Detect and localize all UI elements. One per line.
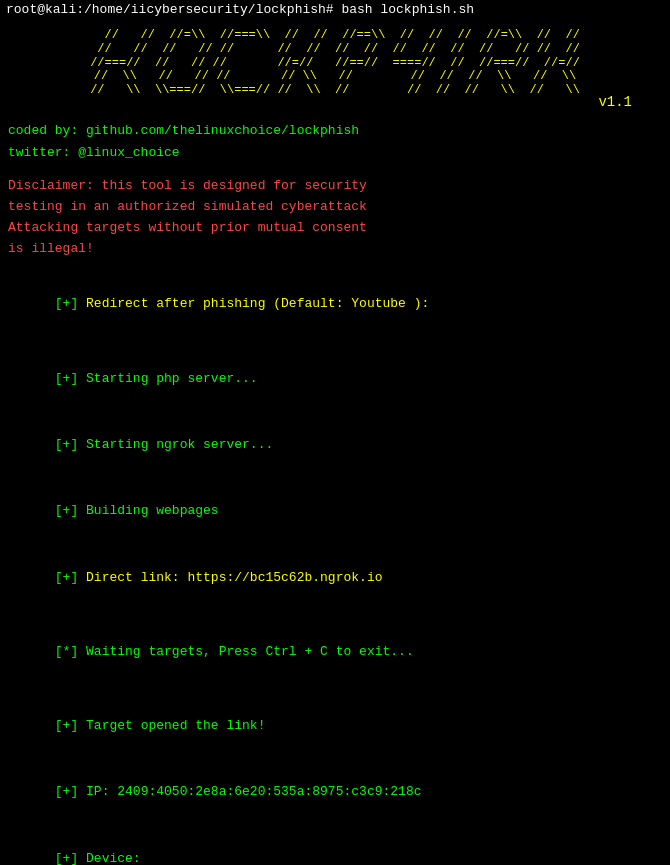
direct-link-line: [+] Direct link: https://bc15c62b.ngrok.…: [8, 544, 662, 610]
title-bar: root@kali:/home/iicybersecurity/lockphis…: [0, 0, 670, 19]
php-server-line: [+] Starting php server...: [8, 346, 662, 412]
redirect-prefix: [+]: [55, 296, 86, 311]
t1-ip-text: IP: 2409:4050:2e8a:6e20:535a:8975:c3c9:2…: [86, 784, 421, 799]
coded-by-section: coded by: github.com/thelinuxchoice/lock…: [8, 120, 662, 164]
terminal-window: root@kali:/home/iicybersecurity/lockphis…: [0, 0, 670, 865]
php-prefix: [+]: [55, 371, 86, 386]
ngrok-text: Starting ngrok server...: [86, 437, 273, 452]
building-prefix: [+]: [55, 503, 86, 518]
ngrok-server-line: [+] Starting ngrok server...: [8, 412, 662, 478]
php-text: Starting php server...: [86, 371, 258, 386]
disclaimer-section: Disclaimer: this tool is designed for se…: [8, 176, 662, 259]
t1-dev-text: Device:: [86, 851, 141, 865]
t1-open-prefix: [+]: [55, 718, 86, 733]
building-text: Building webpages: [86, 503, 219, 518]
waiting-text: Waiting targets, Press Ctrl + C to exit.…: [86, 644, 414, 659]
t1-ip-prefix: [+]: [55, 784, 86, 799]
terminal-content: // // //=\\ //===\\ // // //==\\ // // /…: [0, 19, 670, 865]
target1-open-line: [+] Target opened the link!: [8, 693, 662, 759]
target1-device-line: [+] Device:: [8, 826, 662, 865]
logo-container: // // //=\\ //===\\ // // //==\\ // // /…: [8, 23, 662, 114]
ngrok-prefix: [+]: [55, 437, 86, 452]
redirect-line: [+] Redirect after phishing (Default: Yo…: [8, 271, 662, 337]
redirect-text: Redirect after phishing (Default: Youtub…: [86, 296, 429, 311]
disclaimer-text: Disclaimer: this tool is designed for se…: [8, 176, 662, 259]
title-text: root@kali:/home/iicybersecurity/lockphis…: [6, 2, 474, 17]
coded-by-line2: twitter: @linux_choice: [8, 142, 662, 164]
logo-ascii: // // //=\\ //===\\ // // //==\\ // // /…: [8, 29, 662, 98]
t1-open-text: Target opened the link!: [86, 718, 265, 733]
building-line: [+] Building webpages: [8, 478, 662, 544]
waiting-line: [*] Waiting targets, Press Ctrl + C to e…: [8, 619, 662, 685]
coded-by-line1: coded by: github.com/thelinuxchoice/lock…: [8, 120, 662, 142]
direct-text: Direct link: https://bc15c62b.ngrok.io: [86, 570, 382, 585]
direct-prefix: [+]: [55, 570, 86, 585]
target1-ip-line: [+] IP: 2409:4050:2e8a:6e20:535a:8975:c3…: [8, 759, 662, 825]
t1-dev-prefix: [+]: [55, 851, 86, 865]
waiting-prefix: [*]: [55, 644, 86, 659]
